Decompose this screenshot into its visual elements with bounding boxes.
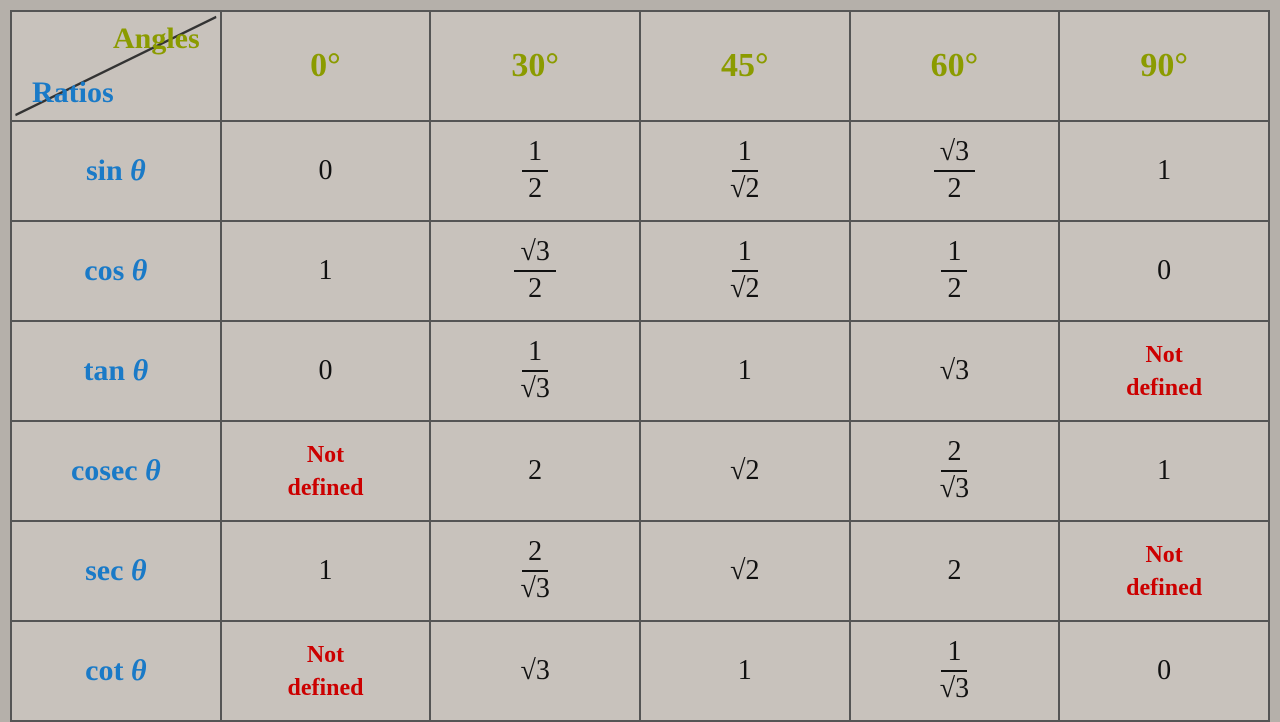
ratio-label: cot θ bbox=[11, 621, 221, 721]
cell-value: 1 bbox=[738, 655, 752, 686]
value-cell: 1 bbox=[221, 221, 431, 321]
value-cell: 0 bbox=[221, 321, 431, 421]
ratio-label: sin θ bbox=[11, 121, 221, 221]
ratio-label: tan θ bbox=[11, 321, 221, 421]
value-cell: √32 bbox=[850, 121, 1060, 221]
angle-90-header: 90° bbox=[1059, 11, 1269, 121]
value-cell: Notdefined bbox=[1059, 321, 1269, 421]
fraction: 12 bbox=[941, 237, 967, 305]
fraction: 2√3 bbox=[514, 537, 555, 605]
value-cell: 1√2 bbox=[640, 121, 850, 221]
table-row: sec θ 1 2√3 √2 2 Notdefined bbox=[11, 521, 1269, 621]
table-row: cos θ 1 √32 1√2 12 0 bbox=[11, 221, 1269, 321]
fraction: 2√3 bbox=[934, 437, 975, 505]
value-cell: Notdefined bbox=[221, 621, 431, 721]
fraction: 12 bbox=[522, 137, 548, 205]
fraction: 1√2 bbox=[724, 137, 765, 205]
value-cell: 12 bbox=[850, 221, 1060, 321]
value-cell: 12 bbox=[430, 121, 640, 221]
cell-value: 0 bbox=[1157, 655, 1171, 686]
cell-value: 0 bbox=[318, 355, 332, 386]
value-cell: 1 bbox=[640, 321, 850, 421]
table-row: sin θ 0 12 1√2 √32 1 bbox=[11, 121, 1269, 221]
value-cell: 1 bbox=[1059, 421, 1269, 521]
not-defined-label: Notdefined bbox=[1126, 542, 1202, 601]
value-cell: √2 bbox=[640, 521, 850, 621]
value-cell: √32 bbox=[430, 221, 640, 321]
sqrt3-val: √3 bbox=[520, 655, 549, 686]
value-cell: 0 bbox=[221, 121, 431, 221]
header-diagonal: Angles Ratios bbox=[11, 11, 221, 121]
cell-value: 0 bbox=[318, 155, 332, 186]
ratio-label: cosec θ bbox=[11, 421, 221, 521]
cell-value: 1 bbox=[1157, 155, 1171, 186]
value-cell: 1 bbox=[221, 521, 431, 621]
not-defined-label: Notdefined bbox=[287, 442, 363, 501]
ratio-label: sec θ bbox=[11, 521, 221, 621]
not-defined-label: Notdefined bbox=[1126, 342, 1202, 401]
value-cell: 2 bbox=[850, 521, 1060, 621]
sqrt3-val: √3 bbox=[940, 355, 969, 386]
angles-label: Angles bbox=[113, 22, 200, 56]
ratio-label: cos θ bbox=[11, 221, 221, 321]
cell-value: 1 bbox=[738, 355, 752, 386]
value-cell: 2√3 bbox=[430, 521, 640, 621]
value-cell: √3 bbox=[430, 621, 640, 721]
value-cell: 2 bbox=[430, 421, 640, 521]
table-row: cosec θ Notdefined 2 √2 2√3 1 bbox=[11, 421, 1269, 521]
table-row: tan θ01√31√3Notdefined bbox=[11, 321, 1269, 421]
ratios-label: Ratios bbox=[32, 76, 114, 110]
cell-value: 1 bbox=[318, 555, 332, 586]
value-cell: 0 bbox=[1059, 621, 1269, 721]
fraction: 1√3 bbox=[514, 337, 555, 405]
value-cell: 1 bbox=[1059, 121, 1269, 221]
value-cell: √2 bbox=[640, 421, 850, 521]
fraction: 1√3 bbox=[934, 637, 975, 705]
value-cell: 1√2 bbox=[640, 221, 850, 321]
value-cell: Notdefined bbox=[1059, 521, 1269, 621]
trig-table: Angles Ratios 0° 30° 45° 60° 90° sin θ 0 1… bbox=[10, 10, 1270, 710]
fraction: √32 bbox=[934, 137, 975, 205]
angle-30-header: 30° bbox=[430, 11, 640, 121]
value-cell: Notdefined bbox=[221, 421, 431, 521]
fraction: 1√2 bbox=[724, 237, 765, 305]
fraction: √32 bbox=[514, 237, 555, 305]
cell-value: 1 bbox=[318, 255, 332, 286]
value-cell: 1 bbox=[640, 621, 850, 721]
value-cell: 1√3 bbox=[850, 621, 1060, 721]
value-cell: 0 bbox=[1059, 221, 1269, 321]
sqrt2-val: √2 bbox=[730, 555, 759, 586]
cell-value: 2 bbox=[947, 555, 961, 586]
table-row: cot θ Notdefined √3 1 1√3 0 bbox=[11, 621, 1269, 721]
value-cell: 1√3 bbox=[430, 321, 640, 421]
angle-60-header: 60° bbox=[850, 11, 1060, 121]
sqrt2-val: √2 bbox=[730, 455, 759, 486]
cell-value: 2 bbox=[528, 455, 542, 486]
angle-45-header: 45° bbox=[640, 11, 850, 121]
angle-0-header: 0° bbox=[221, 11, 431, 121]
cell-value: 0 bbox=[1157, 255, 1171, 286]
cell-value: 1 bbox=[1157, 455, 1171, 486]
value-cell: 2√3 bbox=[850, 421, 1060, 521]
not-defined-label: Notdefined bbox=[287, 642, 363, 701]
value-cell: √3 bbox=[850, 321, 1060, 421]
